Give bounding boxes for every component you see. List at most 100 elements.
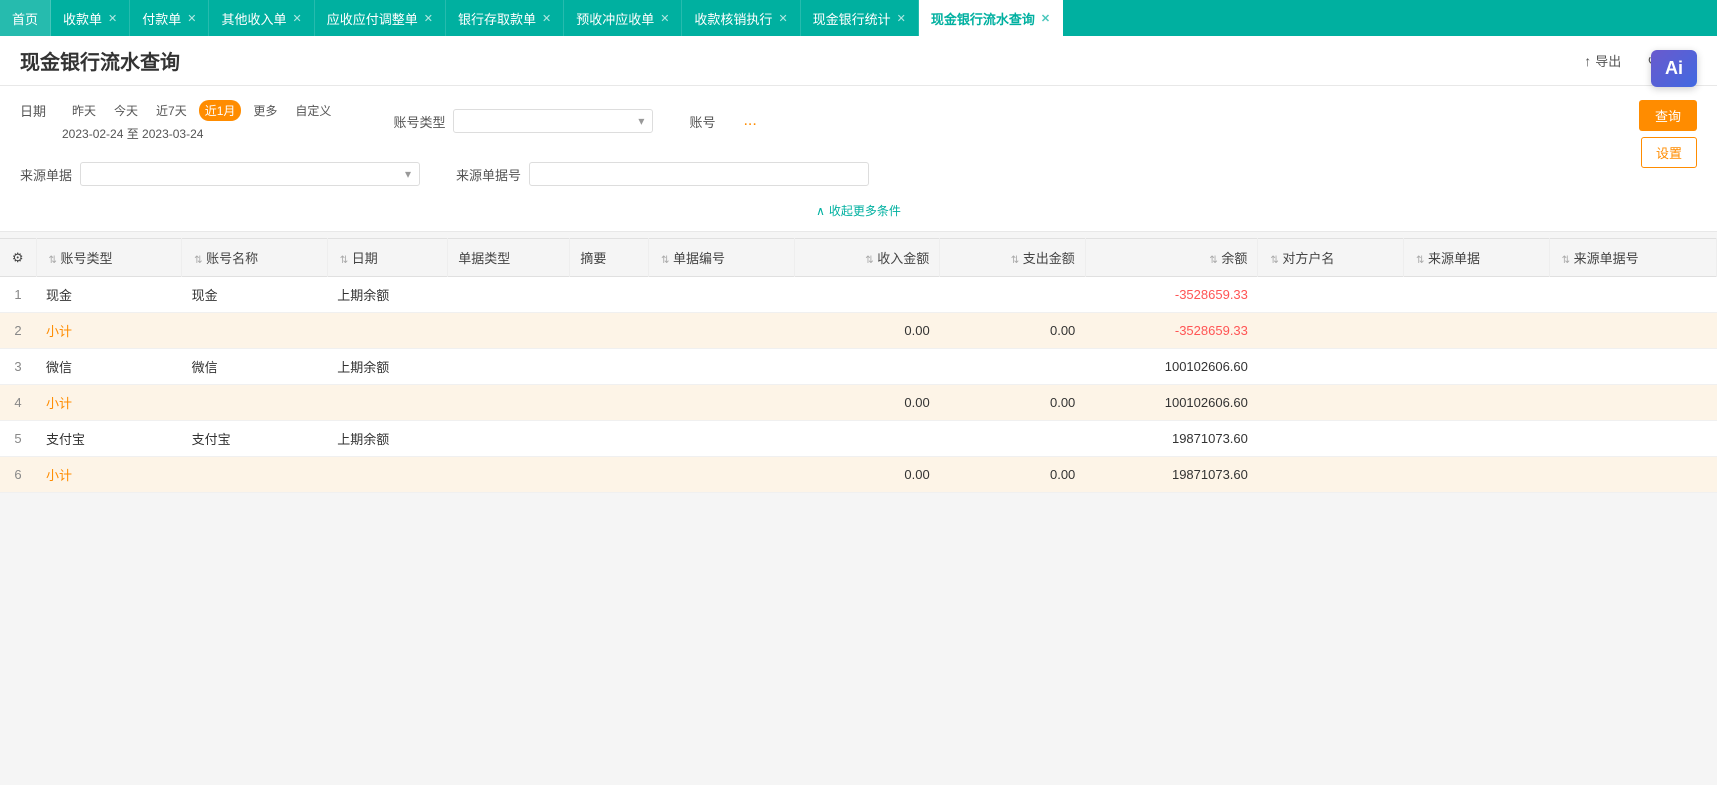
nav-tab-现金银行流水查询[interactable]: 现金银行流水查询✕ — [919, 0, 1063, 36]
cell-balance: 19871073.60 — [1085, 457, 1258, 493]
account-type-select[interactable]: ▾ — [453, 109, 653, 133]
nav-tab-收款单[interactable]: 收款单✕ — [51, 0, 130, 36]
filter-area: 日期 昨天今天近7天近1月更多自定义 2023-02-24 至 2023-03-… — [0, 86, 1717, 232]
collapse-bar[interactable]: ∧ 收起更多条件 — [20, 196, 1697, 221]
cell-expense — [940, 349, 1086, 385]
cell-doc-number — [649, 457, 795, 493]
th-expense[interactable]: ⇅ 支出金额 — [940, 239, 1086, 277]
cell-summary — [570, 313, 649, 349]
cell-balance: 100102606.60 — [1085, 385, 1258, 421]
nav-tab-现金银行统计[interactable]: 现金银行统计✕ — [801, 0, 919, 36]
source-doc-num-input[interactable] — [529, 162, 869, 186]
cell-account-name: 支付宝 — [182, 421, 328, 457]
cell-account-name: 现金 — [182, 277, 328, 313]
account-dots-button[interactable]: ... — [737, 110, 762, 132]
source-doc-label: 来源单据 — [20, 165, 72, 184]
sort-icon-doc-num: ⇅ — [661, 255, 669, 266]
cell-counterpart — [1258, 385, 1404, 421]
th-doc-type: 单据类型 — [448, 239, 570, 277]
table-settings-icon[interactable]: ⚙ — [12, 250, 24, 265]
date-group: 日期 昨天今天近7天近1月更多自定义 2023-02-24 至 2023-03-… — [20, 100, 337, 142]
header-bar: 现金银行流水查询 ↑ 导出 ↺ 刷新 — [0, 36, 1717, 86]
th-income[interactable]: ⇅ 收入金额 — [794, 239, 940, 277]
sort-icon-source-doc: ⇅ — [1416, 255, 1424, 266]
cell-doc-number — [649, 313, 795, 349]
filter-row-1: 日期 昨天今天近7天近1月更多自定义 2023-02-24 至 2023-03-… — [20, 100, 1629, 142]
nav-tab-收款核销执行[interactable]: 收款核销执行✕ — [682, 0, 800, 36]
th-settings[interactable]: ⚙ — [0, 239, 36, 277]
date-shortcut-昨天[interactable]: 昨天 — [66, 100, 102, 121]
cell-source-doc-num — [1549, 313, 1716, 349]
cell-summary — [570, 457, 649, 493]
cell-summary — [570, 421, 649, 457]
th-source-doc-num[interactable]: ⇅ 来源单据号 — [1549, 239, 1716, 277]
cell-doc-type — [448, 277, 570, 313]
date-shortcut-更多[interactable]: 更多 — [247, 100, 283, 121]
th-account-type[interactable]: ⇅ 账号类型 — [36, 239, 182, 277]
source-doc-num-label: 来源单据号 — [456, 165, 521, 184]
date-shortcuts: 昨天今天近7天近1月更多自定义 — [66, 100, 337, 121]
sort-icon-date: ⇅ — [340, 255, 348, 266]
nav-tab-付款单[interactable]: 付款单✕ — [130, 0, 209, 36]
cell-row-num: 2 — [0, 313, 36, 349]
table-row: 1 现金 现金 上期余额 -3528659.33 — [0, 277, 1717, 313]
cell-source-doc-num — [1549, 421, 1716, 457]
table-row: 5 支付宝 支付宝 上期余额 19871073.60 — [0, 421, 1717, 457]
cell-counterpart — [1258, 313, 1404, 349]
nav-tab-银行存取款单[interactable]: 银行存取款单✕ — [446, 0, 564, 36]
cell-date: 上期余额 — [327, 277, 448, 313]
th-date[interactable]: ⇅ 日期 — [327, 239, 448, 277]
th-account-name[interactable]: ⇅ 账号名称 — [182, 239, 328, 277]
cell-source-doc — [1403, 349, 1549, 385]
cell-account-name — [182, 313, 328, 349]
nav-tab-应收应付调整单[interactable]: 应收应付调整单✕ — [315, 0, 446, 36]
th-balance[interactable]: ⇅ 余额 — [1085, 239, 1258, 277]
cell-counterpart — [1258, 421, 1404, 457]
sort-icon-expense: ⇅ — [1011, 255, 1019, 266]
query-button[interactable]: 查询 — [1639, 100, 1697, 131]
nav-tab-预收冲应收单[interactable]: 预收冲应收单✕ — [564, 0, 682, 36]
cell-doc-number — [649, 349, 795, 385]
cell-balance: 100102606.60 — [1085, 349, 1258, 385]
cell-source-doc — [1403, 385, 1549, 421]
data-table: ⚙ ⇅ 账号类型 ⇅ 账号名称 ⇅ 日期 单据类型 摘要 ⇅ 单据编号 ⇅ 收入… — [0, 238, 1717, 493]
cell-summary — [570, 349, 649, 385]
nav-tab-其他收入单[interactable]: 其他收入单✕ — [209, 0, 314, 36]
source-doc-select[interactable]: ▾ — [80, 162, 420, 186]
cell-account-type: 小计 — [36, 313, 182, 349]
cell-doc-type — [448, 385, 570, 421]
table-container: ⚙ ⇅ 账号类型 ⇅ 账号名称 ⇅ 日期 单据类型 摘要 ⇅ 单据编号 ⇅ 收入… — [0, 238, 1717, 493]
date-shortcut-今天[interactable]: 今天 — [108, 100, 144, 121]
cell-income: 0.00 — [794, 457, 940, 493]
th-doc-number[interactable]: ⇅ 单据编号 — [649, 239, 795, 277]
account-label: 账号 — [689, 112, 729, 131]
page-title: 现金银行流水查询 — [20, 46, 180, 75]
cell-income: 0.00 — [794, 313, 940, 349]
cell-row-num: 1 — [0, 277, 36, 313]
chevron-up-icon: ∧ — [816, 204, 825, 218]
cell-counterpart — [1258, 277, 1404, 313]
cell-doc-type — [448, 349, 570, 385]
cell-expense: 0.00 — [940, 385, 1086, 421]
cell-balance: -3528659.33 — [1085, 313, 1258, 349]
date-shortcut-近1月[interactable]: 近1月 — [199, 100, 242, 121]
date-shortcut-自定义[interactable]: 自定义 — [289, 100, 337, 121]
cell-date — [327, 457, 448, 493]
cell-account-type: 微信 — [36, 349, 182, 385]
chevron-down-icon: ▾ — [638, 114, 644, 128]
th-source-doc[interactable]: ⇅ 来源单据 — [1403, 239, 1549, 277]
th-counterpart[interactable]: ⇅ 对方户名 — [1258, 239, 1404, 277]
ai-badge[interactable]: Ai — [1651, 50, 1697, 87]
nav-home[interactable]: 首页 — [0, 0, 51, 36]
cell-income — [794, 349, 940, 385]
cell-account-name — [182, 385, 328, 421]
settings-button[interactable]: 设置 — [1641, 137, 1697, 168]
cell-source-doc — [1403, 457, 1549, 493]
date-shortcut-近7天[interactable]: 近7天 — [150, 100, 193, 121]
cell-expense: 0.00 — [940, 457, 1086, 493]
cell-date: 上期余额 — [327, 349, 448, 385]
export-button[interactable]: ↑ 导出 — [1576, 47, 1629, 74]
cell-date — [327, 313, 448, 349]
cell-expense: 0.00 — [940, 313, 1086, 349]
account-type-label: 账号类型 — [393, 112, 445, 131]
